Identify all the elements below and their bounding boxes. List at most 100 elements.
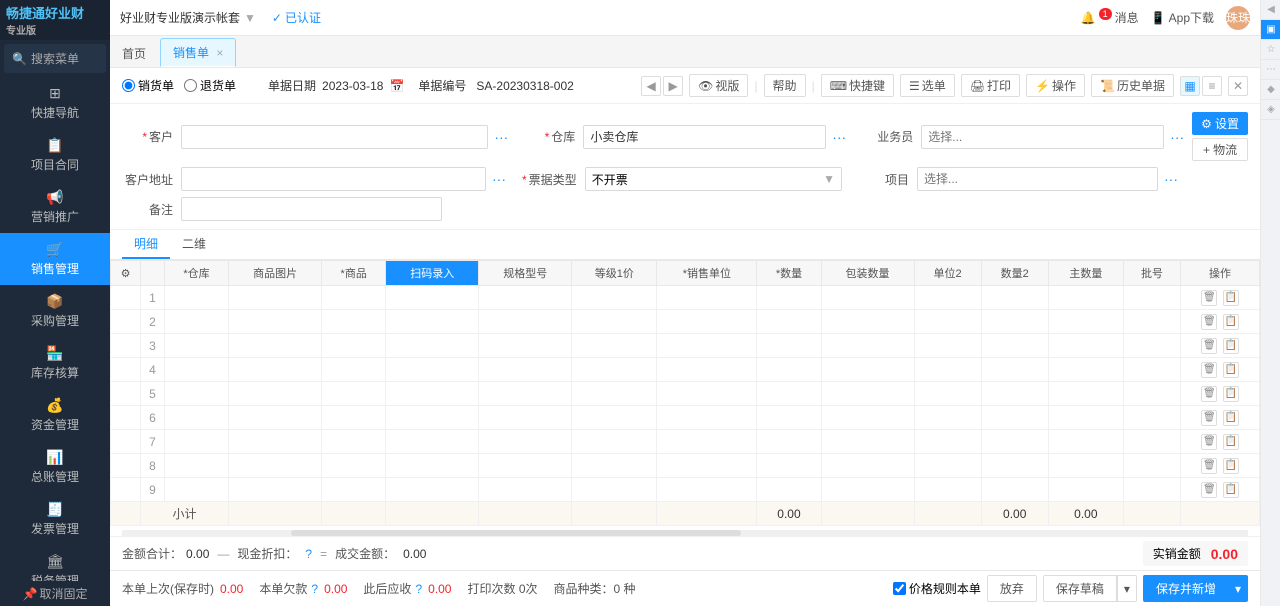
- row-2-main-qty[interactable]: [1048, 310, 1123, 334]
- row-7-product[interactable]: [322, 430, 386, 454]
- customer-dots-btn[interactable]: ···: [494, 129, 508, 145]
- view-btn[interactable]: 👁 视版: [689, 74, 748, 97]
- row-9-barcode[interactable]: [386, 478, 479, 502]
- sidebar-item-inventory[interactable]: 🏪 库存核算: [0, 337, 110, 389]
- row-6-price1[interactable]: [572, 406, 657, 430]
- row-4-batch[interactable]: [1123, 358, 1180, 382]
- row-6-unit2[interactable]: [914, 406, 981, 430]
- col-product-header[interactable]: *商品: [322, 261, 386, 286]
- sidebar-item-sales[interactable]: 🛒 销售管理: [0, 233, 110, 285]
- row-9-sales-unit[interactable]: [657, 478, 757, 502]
- abandon-btn[interactable]: 放弃: [987, 575, 1037, 602]
- row-1-warehouse[interactable]: [165, 286, 229, 310]
- row-1-main-qty[interactable]: [1048, 286, 1123, 310]
- row-2-sales-unit[interactable]: [657, 310, 757, 334]
- right-panel-btn-4[interactable]: ⋯: [1261, 60, 1280, 80]
- row-6-product[interactable]: [322, 406, 386, 430]
- row-5-main-qty[interactable]: [1048, 382, 1123, 406]
- row-5-unit2[interactable]: [914, 382, 981, 406]
- row-4-img[interactable]: [229, 358, 322, 382]
- row-2-batch[interactable]: [1123, 310, 1180, 334]
- address-dots-btn[interactable]: ···: [492, 171, 506, 187]
- right-panel-btn-6[interactable]: ◈: [1261, 100, 1280, 120]
- row-1-barcode[interactable]: [386, 286, 479, 310]
- sidebar-item-tax[interactable]: 🏛 税务管理: [0, 545, 110, 581]
- row-7-sales-unit[interactable]: [657, 430, 757, 454]
- row-8-qty2[interactable]: [981, 454, 1048, 478]
- col-barcode-header[interactable]: 扫码录入: [386, 261, 479, 286]
- right-panel-btn-1[interactable]: ◀: [1261, 0, 1280, 20]
- price-checkbox[interactable]: 价格规则本单: [893, 580, 981, 597]
- sidebar-item-funds[interactable]: 💰 资金管理: [0, 389, 110, 441]
- search-menu[interactable]: 🔍 搜索菜单: [4, 44, 106, 73]
- row-7-quantity[interactable]: [757, 430, 821, 454]
- user-avatar[interactable]: 珠珠: [1226, 6, 1250, 30]
- row-9-quantity[interactable]: [757, 478, 821, 502]
- save-draft-btn[interactable]: 保存草稿: [1043, 575, 1117, 602]
- row-8-batch[interactable]: [1123, 454, 1180, 478]
- address-input[interactable]: [181, 167, 486, 191]
- row-2-price1[interactable]: [572, 310, 657, 334]
- row-3-copy-btn[interactable]: 📋: [1223, 338, 1239, 354]
- sidebar-item-quick-nav[interactable]: ⊞ 快捷导航: [0, 77, 110, 129]
- right-panel-btn-5[interactable]: ◆: [1261, 80, 1280, 100]
- row-6-spec[interactable]: [479, 406, 572, 430]
- row-9-img[interactable]: [229, 478, 322, 502]
- row-5-copy-btn[interactable]: 📋: [1223, 386, 1239, 402]
- row-4-barcode[interactable]: [386, 358, 479, 382]
- row-9-warehouse[interactable]: [165, 478, 229, 502]
- save-draft-dropdown[interactable]: ▾: [1117, 575, 1137, 602]
- row-5-price1[interactable]: [572, 382, 657, 406]
- row-1-quantity[interactable]: [757, 286, 821, 310]
- row-3-product[interactable]: [322, 334, 386, 358]
- row-6-warehouse[interactable]: [165, 406, 229, 430]
- row-9-main-qty[interactable]: [1048, 478, 1123, 502]
- row-1-qty2[interactable]: [981, 286, 1048, 310]
- cancel-fixed-btn[interactable]: 📌 取消固定: [0, 581, 110, 606]
- col-spec-header[interactable]: 规格型号: [479, 261, 572, 286]
- row-1-delete-btn[interactable]: 🗑: [1201, 290, 1217, 306]
- row-9-delete-btn[interactable]: 🗑: [1201, 482, 1217, 498]
- row-8-main-qty[interactable]: [1048, 454, 1123, 478]
- row-5-sales-unit[interactable]: [657, 382, 757, 406]
- row-6-img[interactable]: [229, 406, 322, 430]
- row-3-main-qty[interactable]: [1048, 334, 1123, 358]
- row-7-qty2[interactable]: [981, 430, 1048, 454]
- receivable-icon[interactable]: ?: [415, 582, 422, 596]
- row-1-unit2[interactable]: [914, 286, 981, 310]
- col-product-img-header[interactable]: 商品图片: [229, 261, 322, 286]
- project-dots-btn[interactable]: ···: [1164, 171, 1178, 187]
- row-8-img[interactable]: [229, 454, 322, 478]
- row-4-unit2[interactable]: [914, 358, 981, 382]
- row-3-spec[interactable]: [479, 334, 572, 358]
- row-4-delete-btn[interactable]: 🗑: [1201, 362, 1217, 378]
- row-9-batch[interactable]: [1123, 478, 1180, 502]
- row-6-main-qty[interactable]: [1048, 406, 1123, 430]
- row-1-img[interactable]: [229, 286, 322, 310]
- sidebar-item-marketing[interactable]: 📢 营销推广: [0, 181, 110, 233]
- row-8-product[interactable]: [322, 454, 386, 478]
- sidebar-item-project[interactable]: 📋 项目合同: [0, 129, 110, 181]
- row-3-delete-btn[interactable]: 🗑: [1201, 338, 1217, 354]
- row-7-copy-btn[interactable]: 📋: [1223, 434, 1239, 450]
- close-form-btn[interactable]: ✕: [1228, 76, 1248, 96]
- help-icon[interactable]: ?: [305, 547, 312, 561]
- row-8-warehouse[interactable]: [165, 454, 229, 478]
- row-3-price1[interactable]: [572, 334, 657, 358]
- row-6-copy-btn[interactable]: 📋: [1223, 410, 1239, 426]
- row-6-barcode[interactable]: [386, 406, 479, 430]
- row-4-sales-unit[interactable]: [657, 358, 757, 382]
- setup-btn[interactable]: ⚙ 设置: [1192, 112, 1248, 135]
- radio-sales-order[interactable]: 销货单: [122, 77, 174, 94]
- invoice-type-select[interactable]: 不开票 ▼: [585, 167, 842, 191]
- row-7-batch[interactable]: [1123, 430, 1180, 454]
- row-1-price1[interactable]: [572, 286, 657, 310]
- row-8-price1[interactable]: [572, 454, 657, 478]
- project-input[interactable]: [917, 167, 1158, 191]
- row-1-batch[interactable]: [1123, 286, 1180, 310]
- tab-close-btn[interactable]: ×: [216, 46, 223, 60]
- row-3-pack-qty[interactable]: [821, 334, 914, 358]
- row-7-price1[interactable]: [572, 430, 657, 454]
- row-4-warehouse[interactable]: [165, 358, 229, 382]
- notifications-btn[interactable]: 🔔 1 消息: [1081, 9, 1139, 26]
